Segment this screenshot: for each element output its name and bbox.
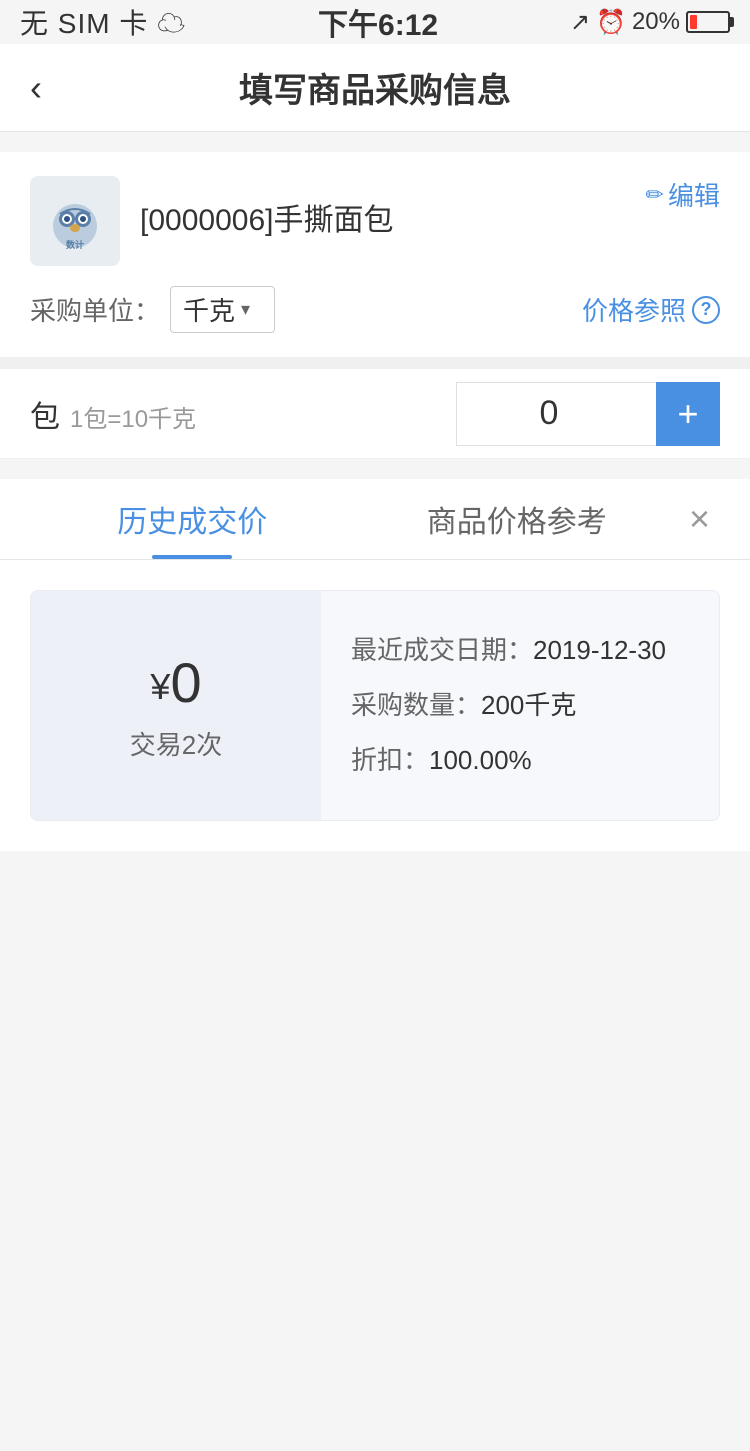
carrier-text: 无 SIM 卡 ☁: [20, 2, 186, 42]
quantity-row: 包 1包=10千克 +: [0, 369, 750, 459]
edit-icon: ✏: [646, 182, 664, 208]
unit-label: 采购单位：: [30, 291, 160, 328]
nav-bar: ‹ 填写商品采购信息: [0, 44, 750, 132]
alarm-icon: ⏰: [596, 8, 626, 37]
dropdown-arrow-icon: ▾: [241, 299, 250, 320]
plus-icon: +: [677, 393, 698, 435]
product-card: 数计 [0000006]手撕面包 ✏ 编辑 采购单位： 千克 ▾ 价格参照 ?: [0, 152, 750, 357]
price-ref-label: 价格参照: [582, 291, 686, 328]
discount-row: 折扣：100.00%: [351, 741, 689, 780]
page-background: [0, 851, 750, 1451]
tab-history-price[interactable]: 历史成交价: [30, 479, 354, 559]
owl-logo-icon: 数计: [40, 186, 110, 256]
back-button[interactable]: ‹: [30, 57, 52, 119]
discount-value: 100.00%: [429, 745, 532, 775]
section-divider: [0, 357, 750, 369]
edit-button[interactable]: ✏ 编辑: [646, 176, 720, 213]
currency-symbol: ¥: [150, 666, 170, 707]
battery-icon: [686, 11, 730, 33]
unit-value: 千克: [183, 291, 235, 328]
purchase-quantity-row: 采购数量：200千克: [351, 686, 689, 725]
location-icon: ↗: [570, 8, 590, 37]
svg-text:数计: 数计: [66, 239, 84, 250]
price-reference-button[interactable]: 价格参照 ?: [582, 291, 720, 328]
purchase-qty-label: 采购数量：: [351, 690, 481, 720]
battery-text: 20%: [632, 8, 680, 36]
tab-bar: 历史成交价 商品价格参考 ×: [0, 479, 750, 560]
recent-date-row: 最近成交日期：2019-12-30: [351, 631, 689, 670]
quantity-unit-label: 包: [30, 392, 60, 436]
time-text: 下午6:12: [318, 0, 438, 44]
status-icons: ↗ ⏰ 20%: [570, 8, 730, 37]
product-name: [0000006]手撕面包: [140, 200, 393, 242]
history-price-value: ¥0: [150, 650, 201, 715]
tab-close-button[interactable]: ×: [679, 488, 720, 550]
recent-date-value: 2019-12-30: [533, 635, 666, 665]
unit-dropdown[interactable]: 千克 ▾: [170, 286, 275, 333]
tab-content-history: ¥0 交易2次 最近成交日期：2019-12-30 采购数量：200千克 折扣：…: [0, 560, 750, 851]
history-trades-count: 交易2次: [130, 725, 222, 762]
purchase-qty-value: 200千克: [481, 690, 576, 720]
history-card: ¥0 交易2次 最近成交日期：2019-12-30 采购数量：200千克 折扣：…: [30, 590, 720, 821]
page-title: 填写商品采购信息: [239, 63, 511, 112]
status-bar: 无 SIM 卡 ☁ 下午6:12 ↗ ⏰ 20%: [0, 0, 750, 44]
product-image: 数计: [30, 176, 120, 266]
recent-date-label: 最近成交日期：: [351, 635, 533, 665]
history-price-summary: ¥0 交易2次: [31, 591, 321, 820]
tab-product-price-ref[interactable]: 商品价格参考: [354, 479, 678, 559]
unit-selector-row: 采购单位： 千克 ▾: [30, 286, 275, 333]
quantity-input[interactable]: [456, 382, 656, 446]
help-icon: ?: [692, 296, 720, 324]
tab-area: 历史成交价 商品价格参考 × ¥0 交易2次 最近成交日期：2019-12-30…: [0, 479, 750, 851]
quantity-controls: +: [456, 382, 720, 446]
quantity-plus-button[interactable]: +: [656, 382, 720, 446]
discount-label: 折扣：: [351, 745, 429, 775]
history-details: 最近成交日期：2019-12-30 采购数量：200千克 折扣：100.00%: [321, 591, 719, 820]
quantity-conversion-label: 1包=10千克: [70, 399, 196, 434]
